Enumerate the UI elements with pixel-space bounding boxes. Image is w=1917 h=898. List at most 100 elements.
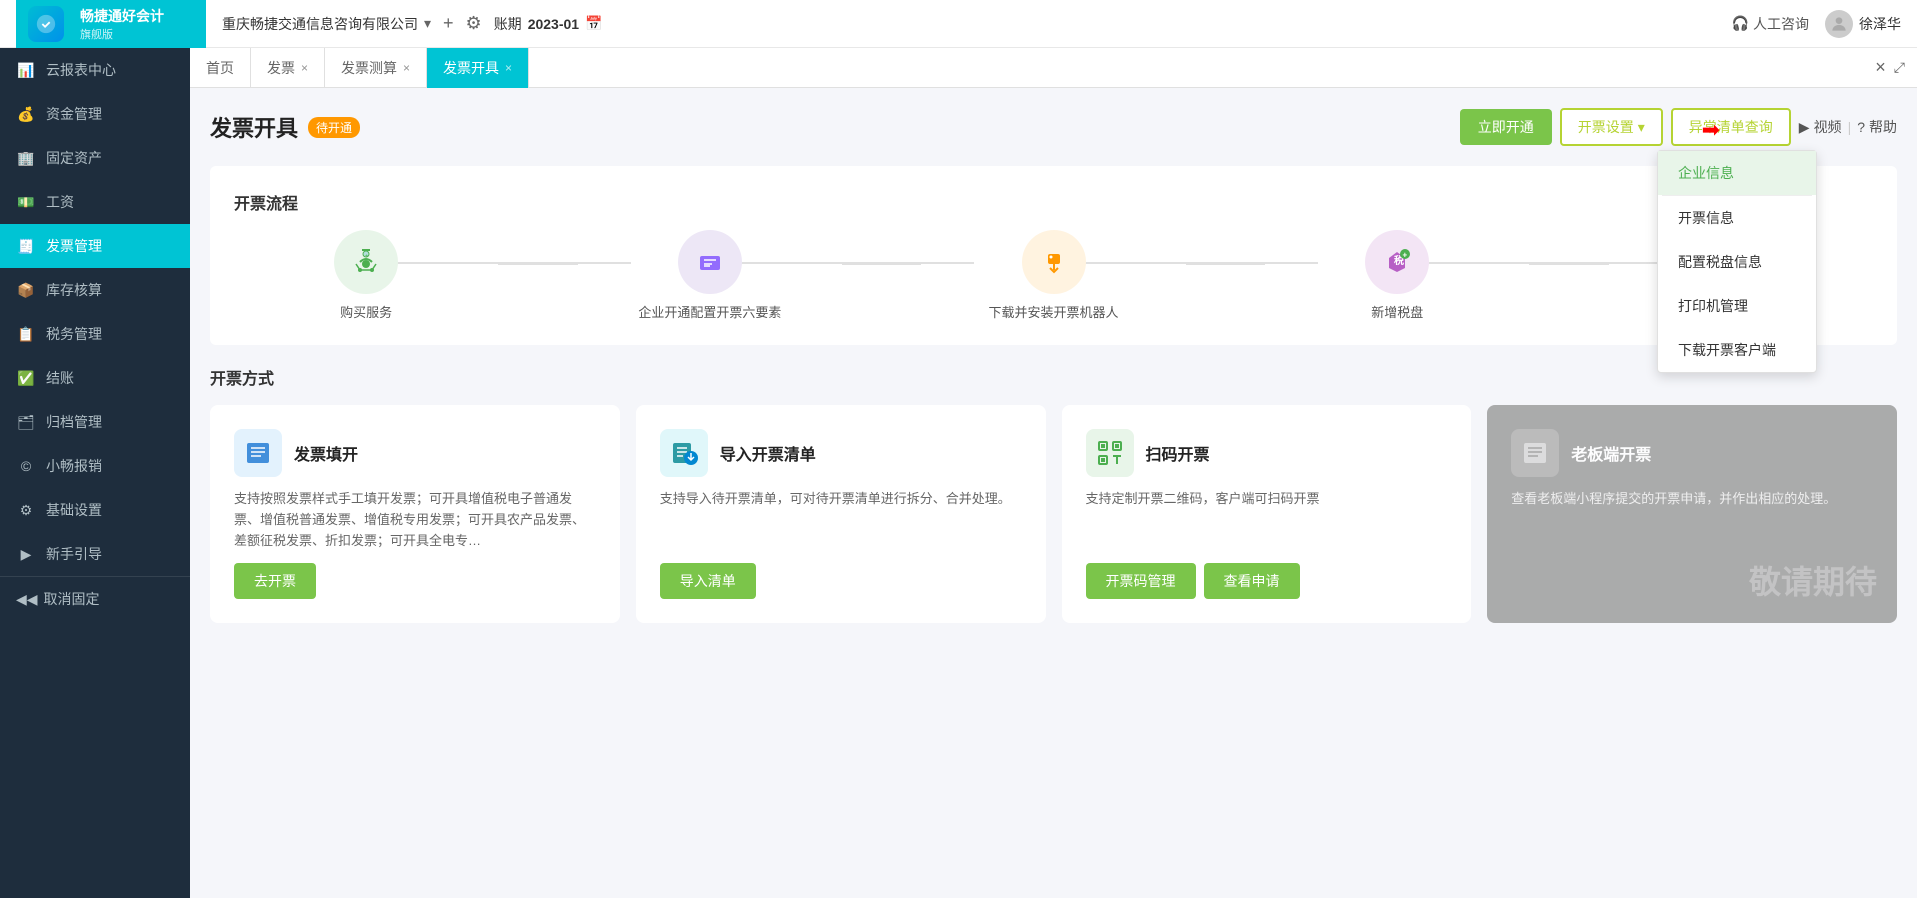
- sidebar-collapse-button[interactable]: ◀◀ 取消固定: [0, 576, 190, 621]
- tax-icon: 📋: [16, 324, 36, 344]
- sidebar-label-archive: 归档管理: [46, 412, 102, 432]
- calendar-icon[interactable]: 📅: [585, 15, 602, 32]
- sidebar-item-fixed-assets[interactable]: 🏢 固定资产: [0, 136, 190, 180]
- import-invoice-icon: [660, 429, 708, 477]
- sidebar-item-invoice[interactable]: 🧾 发票管理: [0, 224, 190, 268]
- headset-icon: 🎧: [1732, 15, 1749, 32]
- methods-grid: 发票填开 支持按照发票样式手工填开发票；可开具增值税电子普通发票、增值税普通发票…: [210, 405, 1897, 623]
- play-icon: ▶: [1799, 119, 1810, 136]
- sidebar-label-settings: 基础设置: [46, 500, 102, 520]
- import-invoice-button[interactable]: 导入清单: [660, 563, 756, 599]
- box-icon: 📦: [16, 280, 36, 300]
- coming-soon-watermark: 敬请期待: [1749, 557, 1877, 603]
- dropdown-item-company-info[interactable]: 企业信息: [1658, 151, 1816, 195]
- scan-invoice-desc: 支持定制开票二维码，客户端可扫码开票: [1086, 489, 1448, 551]
- step-label-buy: 购买服务: [340, 302, 392, 321]
- tab-invoice-calc-close[interactable]: ×: [403, 61, 410, 75]
- dropdown-item-download-client[interactable]: 下载开票客户端: [1658, 328, 1816, 372]
- collapse-label: 取消固定: [44, 589, 100, 609]
- step-label-add-tax: 新增税盘: [1371, 302, 1423, 321]
- sidebar-label-invoice: 发票管理: [46, 236, 102, 256]
- settings-dropdown-menu: ➡ 企业信息 开票信息 配置税盘信息 打印机管理 下载开票客户端: [1657, 150, 1817, 373]
- flow-step-buy: + 购买服务: [234, 230, 498, 321]
- manual-invoice-button[interactable]: 去开票: [234, 563, 316, 599]
- user-profile[interactable]: 徐泽华: [1825, 10, 1901, 38]
- tab-invoice-open[interactable]: 发票开具 ×: [427, 48, 529, 88]
- method-card-scan: 扫码开票 支持定制开票二维码，客户端可扫码开票 开票码管理 查看申请: [1062, 405, 1472, 623]
- scan-invoice-title: 扫码开票: [1146, 441, 1210, 465]
- question-icon: ?: [1857, 119, 1865, 135]
- step-label-config: 企业开通配置开票六要素: [638, 302, 781, 321]
- help-label: 帮助: [1869, 117, 1897, 137]
- tab-bar: 首页 发票 × 发票测算 × 发票开具 × × ⤢: [190, 48, 1917, 88]
- tab-home-label: 首页: [206, 58, 234, 78]
- dropdown-item-printer[interactable]: 打印机管理: [1658, 284, 1816, 328]
- step-icon-config: [678, 230, 742, 294]
- gear-icon: ⚙: [16, 500, 36, 520]
- window-close-button[interactable]: ×: [1875, 57, 1886, 78]
- tab-invoice-open-label: 发票开具: [443, 58, 499, 78]
- video-button[interactable]: ▶ 视频 | ? 帮助: [1799, 117, 1897, 137]
- sidebar-item-cloud-report[interactable]: 📊 云报表中心: [0, 48, 190, 92]
- step-icon-download: [1022, 230, 1086, 294]
- activate-button[interactable]: 立即开通: [1460, 109, 1552, 145]
- tab-invoice-label: 发票: [267, 58, 295, 78]
- tab-home[interactable]: 首页: [190, 48, 251, 88]
- settings-label: 开票设置: [1578, 117, 1634, 137]
- header-actions: 立即开通 开票设置 ▾ 异常清单查询 ▶ 视频 | ? 帮助: [1460, 108, 1897, 146]
- boss-invoice-title: 老板端开票: [1571, 441, 1651, 465]
- dropdown-item-tax-config[interactable]: 配置税盘信息: [1658, 240, 1816, 284]
- sidebar: 📊 云报表中心 💰 资金管理 🏢 固定资产 💵 工资 🧾 发票管理 📦: [0, 48, 190, 898]
- sidebar-label-tax: 税务管理: [46, 324, 102, 344]
- sidebar-label-guide: 新手引导: [46, 544, 102, 564]
- flow-step-config: 企业开通配置开票六要素: [578, 230, 842, 321]
- sidebar-label-fixed-assets: 固定资产: [46, 148, 102, 168]
- boss-invoice-icon: [1511, 429, 1559, 477]
- sidebar-item-payroll[interactable]: 💵 工资: [0, 180, 190, 224]
- guide-icon: ▶: [16, 544, 36, 564]
- invoice-icon: 🧾: [16, 236, 36, 256]
- settings-icon[interactable]: ⚙: [466, 13, 482, 34]
- step-label-download: 下载并安装开票机器人: [989, 302, 1119, 321]
- sidebar-item-accounting[interactable]: ✅ 结账: [0, 356, 190, 400]
- svg-text:+: +: [365, 254, 369, 260]
- sidebar-item-archive[interactable]: 🗂 归档管理: [0, 400, 190, 444]
- check-icon: ✅: [16, 368, 36, 388]
- window-maximize-button[interactable]: ⤢: [1894, 59, 1905, 76]
- flow-step-download: 下载并安装开票机器人: [921, 230, 1185, 321]
- dropdown-item-invoice-info[interactable]: 开票信息: [1658, 196, 1816, 240]
- sidebar-item-report[interactable]: © 小畅报销: [0, 444, 190, 488]
- sidebar-item-fund[interactable]: 💰 资金管理: [0, 92, 190, 136]
- app-edition: 旗舰版: [80, 26, 164, 42]
- settings-button[interactable]: 开票设置 ▾: [1560, 108, 1663, 146]
- flow-step-add-tax: 税 + 新增税盘: [1265, 230, 1529, 321]
- app-name: 畅捷通好会计: [80, 6, 164, 26]
- sidebar-item-settings[interactable]: ⚙ 基础设置: [0, 488, 190, 532]
- scan-qr-manage-button[interactable]: 开票码管理: [1086, 563, 1196, 599]
- add-company-icon[interactable]: +: [443, 13, 454, 34]
- manual-invoice-icon: [234, 429, 282, 477]
- page-content: 发票开具 待开通 立即开通 开票设置 ▾ 异常清单查询 ▶ 视频: [190, 88, 1917, 898]
- tab-invoice-calc[interactable]: 发票测算 ×: [325, 48, 427, 88]
- scan-view-apply-button[interactable]: 查看申请: [1204, 563, 1300, 599]
- step-icon-buy: +: [334, 230, 398, 294]
- method-card-boss: 老板端开票 查看老板端小程序提交的开票申请，并作出相应的处理。 敬请期待: [1487, 405, 1897, 623]
- tab-invoice-close[interactable]: ×: [301, 61, 308, 75]
- sidebar-label-fund: 资金管理: [46, 104, 102, 124]
- method-card-import: 导入开票清单 支持导入待开票清单，可对待开票清单进行拆分、合并处理。 导入清单: [636, 405, 1046, 623]
- dropdown-arrow-icon: ▾: [424, 15, 431, 32]
- tab-invoice[interactable]: 发票 ×: [251, 48, 325, 88]
- abnormal-button[interactable]: 异常清单查询: [1671, 108, 1791, 146]
- tab-invoice-open-close[interactable]: ×: [505, 61, 512, 75]
- company-selector[interactable]: 重庆畅捷交通信息咨询有限公司 ▾: [222, 14, 431, 34]
- tab-invoice-calc-label: 发票测算: [341, 58, 397, 78]
- sidebar-item-tax[interactable]: 📋 税务管理: [0, 312, 190, 356]
- service-button[interactable]: 🎧 人工咨询: [1732, 14, 1809, 34]
- money-icon: 💵: [16, 192, 36, 212]
- sidebar-item-inventory[interactable]: 📦 库存核算: [0, 268, 190, 312]
- period-value: 2023-01: [528, 16, 579, 32]
- chart-icon: 📊: [16, 60, 36, 80]
- settings-dropdown-arrow: ▾: [1638, 119, 1645, 136]
- sidebar-item-guide[interactable]: ▶ 新手引导: [0, 532, 190, 576]
- step-icon-add-tax: 税 +: [1365, 230, 1429, 294]
